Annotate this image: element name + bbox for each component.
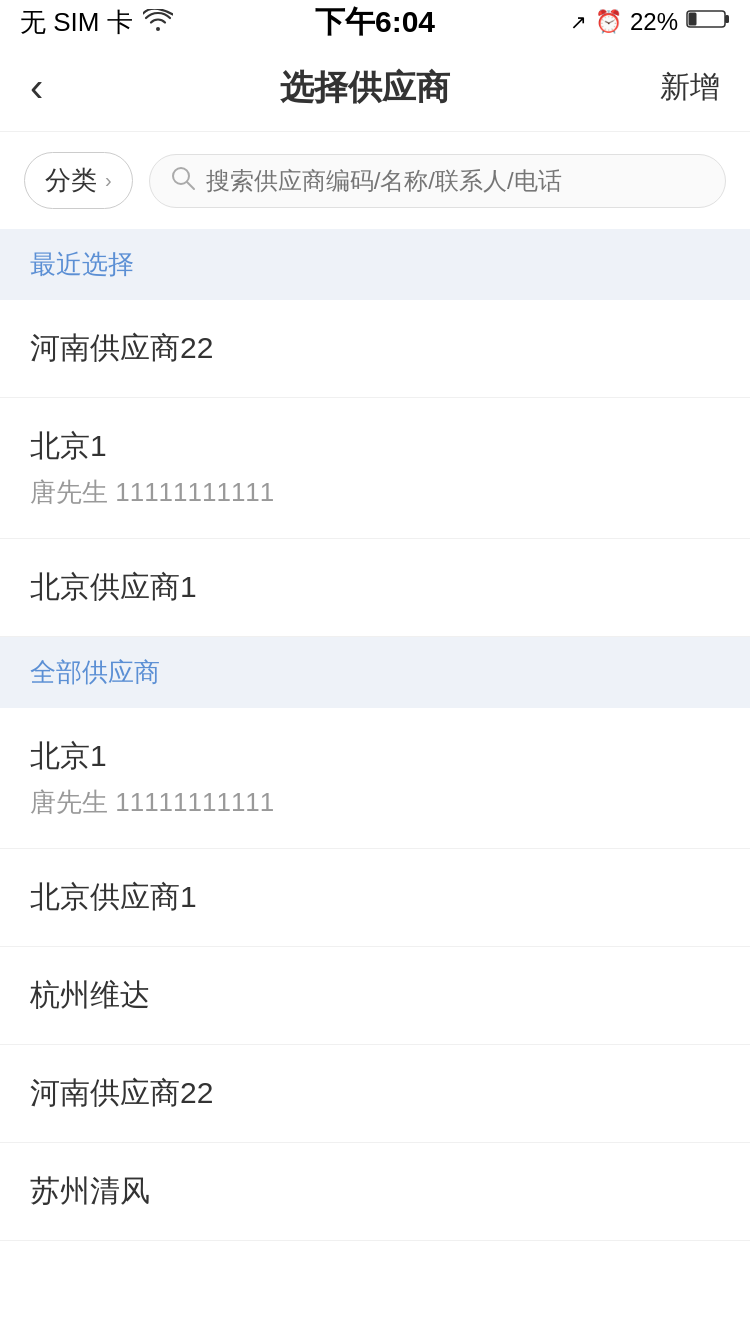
alarm-icon: ⏰ (595, 9, 622, 35)
back-button[interactable]: ‹ (30, 65, 90, 110)
list-item[interactable]: 杭州维达 (0, 947, 750, 1045)
list-item[interactable]: 河南供应商22 (0, 300, 750, 398)
battery-icon (686, 8, 730, 36)
page-title: 选择供应商 (280, 65, 450, 111)
search-icon (170, 165, 196, 197)
battery-text: 22% (630, 8, 678, 36)
status-bar: 无 SIM 卡 下午6:04 ↗ ⏰ 22% (0, 0, 750, 44)
recent-section-title: 最近选择 (30, 249, 134, 279)
item-name: 河南供应商22 (30, 328, 720, 369)
category-button[interactable]: 分类 › (24, 152, 133, 209)
list-item[interactable]: 北京1 唐先生 11111111111 (0, 708, 750, 849)
search-box[interactable] (149, 154, 726, 208)
list-item[interactable]: 北京供应商1 (0, 539, 750, 637)
list-item[interactable]: 北京供应商1 (0, 849, 750, 947)
list-item[interactable]: 河南供应商22 (0, 1045, 750, 1143)
item-name: 北京1 (30, 736, 720, 777)
recent-section-header: 最近选择 (0, 229, 750, 300)
recent-items-list: 河南供应商22 北京1 唐先生 11111111111 北京供应商1 (0, 300, 750, 637)
list-item[interactable]: 北京1 唐先生 11111111111 (0, 398, 750, 539)
chevron-right-icon: › (105, 169, 112, 192)
category-label: 分类 (45, 163, 97, 198)
carrier-text: 无 SIM 卡 (20, 5, 133, 40)
wifi-icon (143, 7, 173, 38)
item-name: 北京1 (30, 426, 720, 467)
item-name: 苏州清风 (30, 1171, 720, 1212)
location-icon: ↗ (570, 10, 587, 34)
nav-bar: ‹ 选择供应商 新增 (0, 44, 750, 132)
all-items-list: 北京1 唐先生 11111111111 北京供应商1 杭州维达河南供应商22 苏州清风 (0, 708, 750, 1241)
item-name: 北京供应商1 (30, 877, 720, 918)
svg-line-4 (187, 182, 194, 189)
all-section-title: 全部供应商 (30, 657, 160, 687)
item-name: 河南供应商22 (30, 1073, 720, 1114)
search-input[interactable] (206, 167, 705, 195)
item-name: 杭州维达 (30, 975, 720, 1016)
status-right: ↗ ⏰ 22% (570, 8, 730, 36)
filter-bar: 分类 › (0, 132, 750, 229)
item-name: 北京供应商1 (30, 567, 720, 608)
status-left: 无 SIM 卡 (20, 5, 173, 40)
item-sub: 唐先生 11111111111 (30, 475, 720, 510)
svg-rect-1 (725, 15, 729, 23)
item-sub: 唐先生 11111111111 (30, 785, 720, 820)
add-button[interactable]: 新增 (640, 67, 720, 108)
list-item[interactable]: 苏州清风 (0, 1143, 750, 1241)
all-section-header: 全部供应商 (0, 637, 750, 708)
svg-rect-2 (689, 13, 697, 26)
status-time: 下午6:04 (315, 2, 435, 43)
